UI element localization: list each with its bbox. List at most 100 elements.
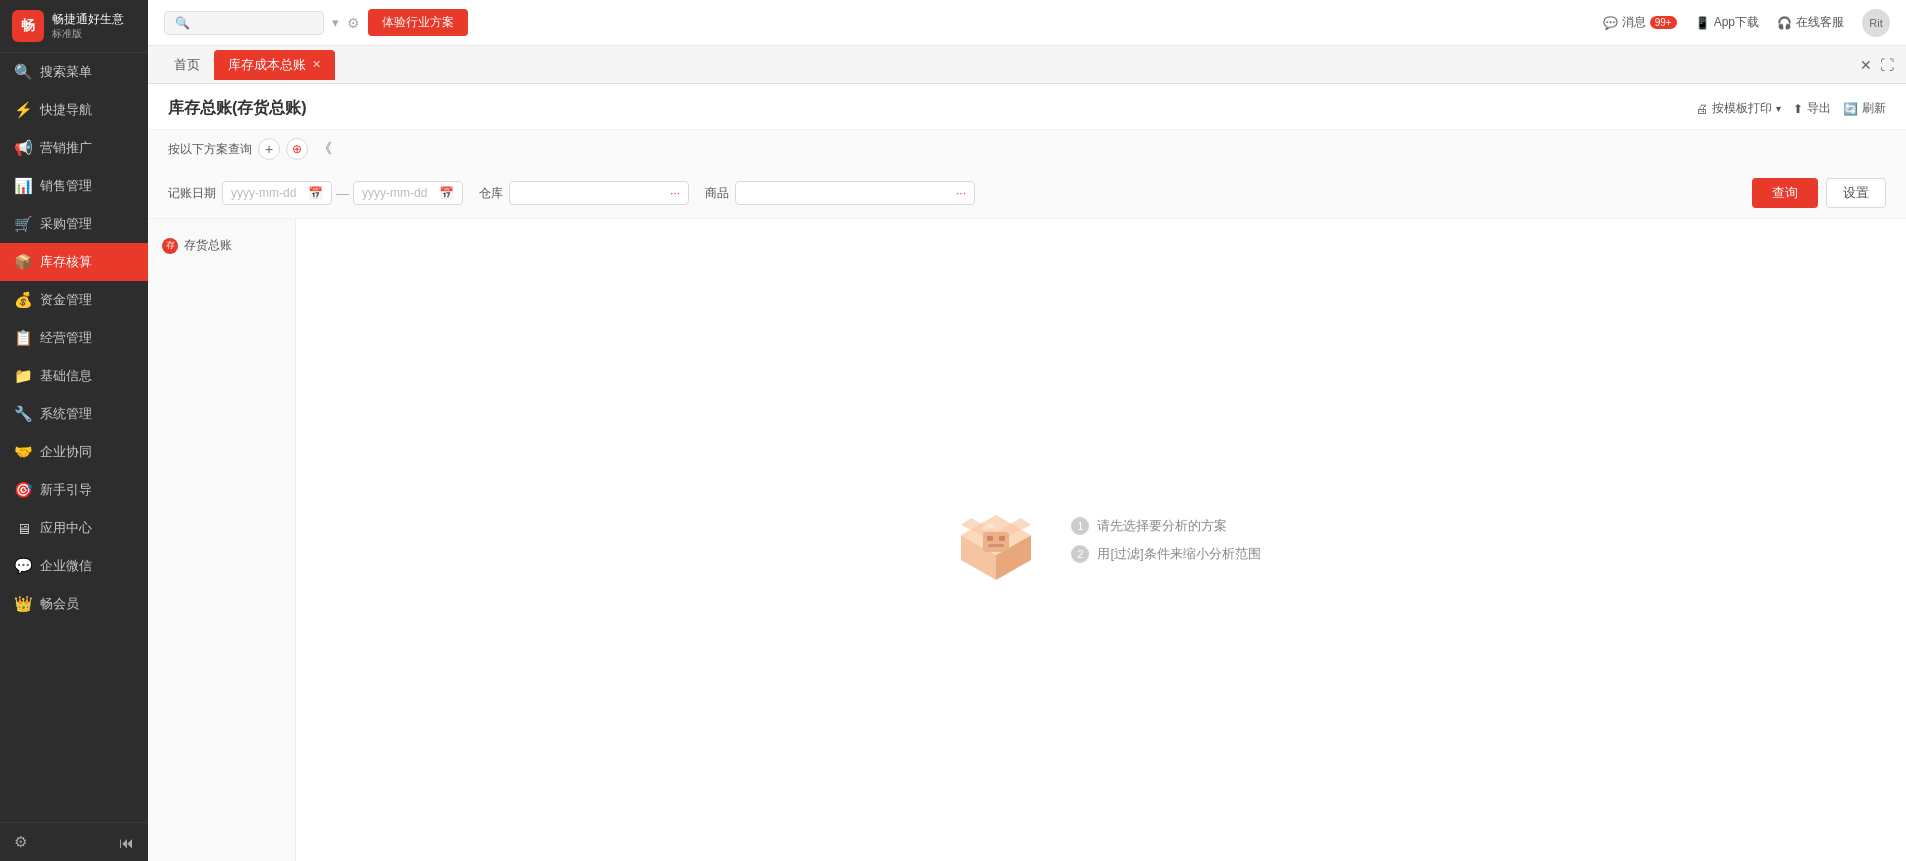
sidebar-item-system[interactable]: 🔧 系统管理 xyxy=(0,395,148,433)
tab-inventory-ledger[interactable]: 库存成本总账 ✕ xyxy=(214,50,335,80)
purchase-icon: 🛒 xyxy=(14,215,32,233)
sidebar-item-sales[interactable]: 📊 销售管理 xyxy=(0,167,148,205)
page-title: 库存总账(存货总账) xyxy=(168,98,307,119)
product-filter-field: 商品 ··· xyxy=(705,181,975,205)
empty-box: 1 请先选择要分析的方案 2 用[过滤]条件来缩小分析范围 xyxy=(941,490,1260,590)
message-icon: 💬 xyxy=(1603,16,1618,30)
sidebar-item-newbie[interactable]: 🎯 新手引导 xyxy=(0,471,148,509)
settings-footer-btn[interactable]: ⚙ xyxy=(14,833,27,851)
svg-rect-7 xyxy=(999,536,1005,541)
warehouse-select[interactable]: ··· xyxy=(509,181,689,205)
product-select[interactable]: ··· xyxy=(735,181,975,205)
headset-icon: 🎧 xyxy=(1777,16,1792,30)
member-icon: 👑 xyxy=(14,595,32,613)
collapse-sidebar-btn[interactable]: ⏮ xyxy=(119,834,134,851)
message-badge: 99+ xyxy=(1650,16,1677,29)
sidebar-item-wx[interactable]: 💬 企业微信 xyxy=(0,547,148,585)
filter-scheme-icon: ⊕ xyxy=(292,142,302,156)
logo-text: 畅捷通好生意 标准版 xyxy=(52,12,124,41)
empty-state: 1 请先选择要分析的方案 2 用[过滤]条件来缩小分析范围 xyxy=(296,219,1906,861)
scheme-item-icon: 存 xyxy=(162,238,178,254)
sidebar-item-marketing[interactable]: 📢 营销推广 xyxy=(0,129,148,167)
warehouse-filter-label: 仓库 xyxy=(479,185,503,202)
topbar-search-box[interactable]: 🔍 xyxy=(164,11,324,35)
basic-icon: 📁 xyxy=(14,367,32,385)
finance-icon: 💰 xyxy=(14,291,32,309)
product-more-btn[interactable]: ··· xyxy=(956,186,966,200)
empty-illustration xyxy=(941,490,1041,590)
page-header: 库存总账(存货总账) 🖨 按模板打印 ▾ ⬆ 导出 🔄 刷新 xyxy=(148,84,1906,130)
sidebar-item-business[interactable]: 📋 经营管理 xyxy=(0,319,148,357)
filter-collapse-btn[interactable]: 《 xyxy=(314,138,336,160)
enterprise-icon: 🤝 xyxy=(14,443,32,461)
sidebar-item-search[interactable]: 🔍 搜索菜单 xyxy=(0,53,148,91)
scheme-item-inventory-ledger[interactable]: 存 存货总账 xyxy=(148,229,295,262)
system-icon: 🔧 xyxy=(14,405,32,423)
export-btn[interactable]: ⬆ 导出 xyxy=(1793,100,1831,117)
print-icon: 🖨 xyxy=(1696,102,1708,116)
date-filter-label: 记账日期 xyxy=(168,185,216,202)
filter-add-btn[interactable]: + xyxy=(258,138,280,160)
date-filter-field: 记账日期 yyyy-mm-dd 📅 — yyyy-mm-dd 📅 xyxy=(168,181,463,205)
refresh-icon: 🔄 xyxy=(1843,102,1858,116)
app-download-btn[interactable]: 📱 App下载 xyxy=(1695,14,1759,31)
warehouse-filter-field: 仓库 ··· xyxy=(479,181,689,205)
industry-solution-button[interactable]: 体验行业方案 xyxy=(368,9,468,36)
sidebar-logo: 畅 畅捷通好生意 标准版 xyxy=(0,0,148,53)
empty-tip-2: 2 用[过滤]条件来缩小分析范围 xyxy=(1071,545,1260,563)
tab-close-panel-icon[interactable]: ✕ xyxy=(1860,57,1872,73)
scheme-sidebar: 存 存货总账 xyxy=(148,219,296,861)
topbar-right: 💬 消息 99+ 📱 App下载 🎧 在线客服 Rit xyxy=(1603,9,1890,37)
date-range-input: yyyy-mm-dd 📅 — yyyy-mm-dd 📅 xyxy=(222,181,463,205)
main-area: 🔍 ▾ ⚙ 体验行业方案 💬 消息 99+ 📱 App下载 🎧 在线客服 Ri xyxy=(148,0,1906,861)
message-btn[interactable]: 💬 消息 99+ xyxy=(1603,14,1677,31)
tip-number-1: 1 xyxy=(1071,517,1089,535)
topbar-left: 🔍 ▾ ⚙ 体验行业方案 xyxy=(164,9,468,36)
tip-number-2: 2 xyxy=(1071,545,1089,563)
date-start-input[interactable]: yyyy-mm-dd 📅 xyxy=(222,181,332,205)
filter-action-btns: 查询 设置 xyxy=(1752,178,1886,208)
tabbar: 首页 库存成本总账 ✕ ✕ ⛶ xyxy=(148,46,1906,84)
empty-tips: 1 请先选择要分析的方案 2 用[过滤]条件来缩小分析范围 xyxy=(1071,517,1260,563)
setting-button[interactable]: 设置 xyxy=(1826,178,1886,208)
tab-expand-icon[interactable]: ⛶ xyxy=(1880,57,1894,73)
sidebar-item-app-center[interactable]: 🖥 应用中心 xyxy=(0,509,148,547)
topbar-dropdown-icon[interactable]: ▾ xyxy=(332,15,339,30)
wechat-icon: 💬 xyxy=(14,557,32,575)
tab-close-icon[interactable]: ✕ xyxy=(312,58,321,71)
sidebar: 畅 畅捷通好生意 标准版 🔍 搜索菜单 ⚡ 快捷导航 📢 营销推广 📊 销售管理… xyxy=(0,0,148,861)
content-body: 存 存货总账 xyxy=(148,219,1906,861)
empty-tip-1: 1 请先选择要分析的方案 xyxy=(1071,517,1260,535)
search-icon: 🔍 xyxy=(14,63,32,81)
tab-home[interactable]: 首页 xyxy=(160,50,214,80)
topbar-search-icon: 🔍 xyxy=(175,16,190,30)
sidebar-item-enterprise[interactable]: 🤝 企业协同 xyxy=(0,433,148,471)
sidebar-item-finance[interactable]: 💰 资金管理 xyxy=(0,281,148,319)
online-service-btn[interactable]: 🎧 在线客服 xyxy=(1777,14,1844,31)
inventory-icon: 📦 xyxy=(14,253,32,271)
warehouse-more-btn[interactable]: ··· xyxy=(670,186,680,200)
query-button[interactable]: 查询 xyxy=(1752,178,1818,208)
calendar-start-icon[interactable]: 📅 xyxy=(308,186,323,200)
print-template-btn[interactable]: 🖨 按模板打印 ▾ xyxy=(1696,100,1781,117)
export-icon: ⬆ xyxy=(1793,102,1803,116)
product-filter-label: 商品 xyxy=(705,185,729,202)
user-avatar[interactable]: Rit xyxy=(1862,9,1890,37)
topbar-settings-icon[interactable]: ⚙ xyxy=(347,15,360,31)
newbie-icon: 🎯 xyxy=(14,481,32,499)
filter-row: 记账日期 yyyy-mm-dd 📅 — yyyy-mm-dd 📅 仓库 xyxy=(148,168,1906,219)
sidebar-item-member[interactable]: 👑 畅会员 xyxy=(0,585,148,623)
business-icon: 📋 xyxy=(14,329,32,347)
sales-icon: 📊 xyxy=(14,177,32,195)
sidebar-item-inventory[interactable]: 📦 库存核算 xyxy=(0,243,148,281)
sidebar-item-basic[interactable]: 📁 基础信息 xyxy=(0,357,148,395)
sidebar-item-purchase[interactable]: 🛒 采购管理 xyxy=(0,205,148,243)
date-end-input[interactable]: yyyy-mm-dd 📅 xyxy=(353,181,463,205)
content-area: 库存总账(存货总账) 🖨 按模板打印 ▾ ⬆ 导出 🔄 刷新 按以下方案查询 xyxy=(148,84,1906,861)
refresh-btn[interactable]: 🔄 刷新 xyxy=(1843,100,1886,117)
calendar-end-icon[interactable]: 📅 xyxy=(439,186,454,200)
logo-icon: 畅 xyxy=(12,10,44,42)
filter-scheme-btn[interactable]: ⊕ xyxy=(286,138,308,160)
date-separator: — xyxy=(336,186,349,201)
sidebar-item-quick-nav[interactable]: ⚡ 快捷导航 xyxy=(0,91,148,129)
